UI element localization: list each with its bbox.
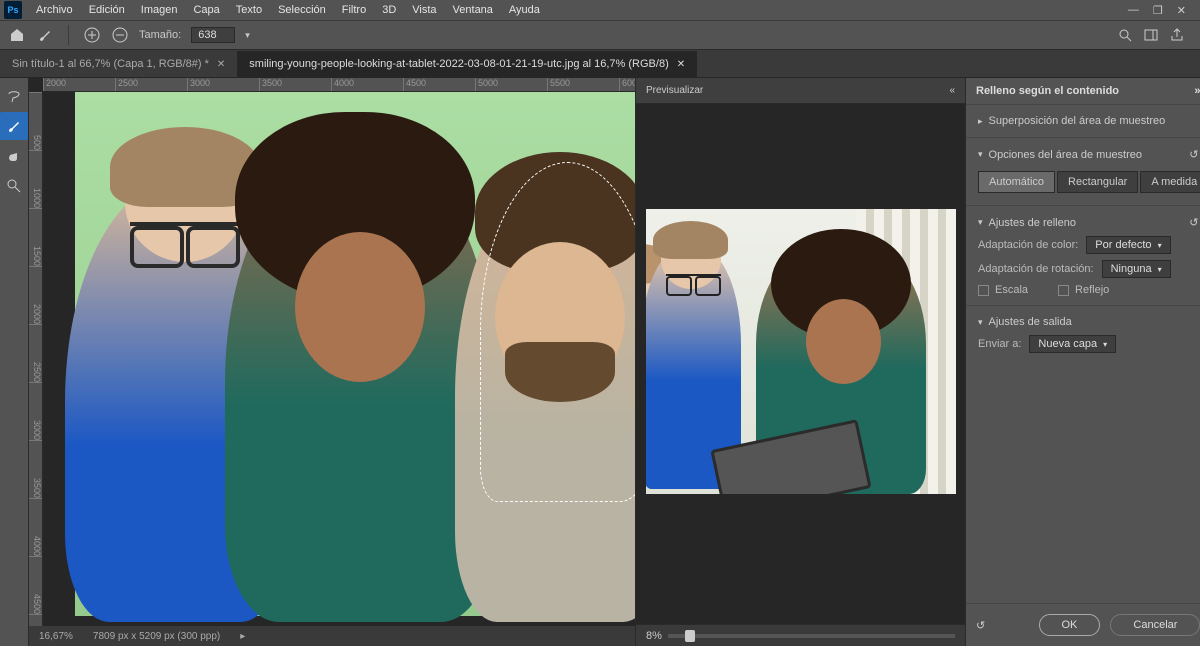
ok-button[interactable]: OK bbox=[1039, 614, 1101, 636]
mode-rect-button[interactable]: Rectangular bbox=[1057, 171, 1138, 193]
chevron-down-icon: ▾ bbox=[1103, 340, 1107, 349]
brush-tool-icon[interactable] bbox=[36, 26, 54, 44]
minimize-icon[interactable]: ― bbox=[1128, 4, 1139, 17]
chevron-down-icon: ▾ bbox=[1158, 241, 1162, 250]
preview-zoom-slider[interactable]: 8% bbox=[636, 624, 965, 646]
section-fill-settings[interactable]: ▾ Ajustes de relleno ↺ bbox=[978, 212, 1198, 233]
menu-filtro[interactable]: Filtro bbox=[334, 4, 374, 16]
panel-title: Relleno según el contenido bbox=[976, 85, 1119, 97]
chevron-down-icon: ▾ bbox=[978, 149, 983, 160]
scale-checkbox[interactable] bbox=[978, 285, 989, 296]
hand-tool[interactable] bbox=[0, 142, 28, 170]
tab-untitled-1[interactable]: Sin título-1 al 66,7% (Capa 1, RGB/8#) *… bbox=[0, 51, 237, 77]
chevron-right-icon[interactable]: ▸ bbox=[240, 631, 245, 642]
menu-ayuda[interactable]: Ayuda bbox=[501, 4, 548, 16]
tab-close-icon[interactable]: ✕ bbox=[677, 59, 685, 70]
section-output[interactable]: ▾ Ajustes de salida bbox=[978, 312, 1198, 332]
document-image bbox=[75, 92, 635, 616]
options-bar: Tamaño: ▾ bbox=[0, 20, 1200, 50]
mirror-checkbox[interactable] bbox=[1058, 285, 1069, 296]
scale-label: Escala bbox=[995, 284, 1028, 296]
rotation-adapt-dropdown[interactable]: Ninguna▾ bbox=[1102, 260, 1171, 278]
output-to-label: Enviar a: bbox=[978, 338, 1021, 350]
preview-title: Previsualizar bbox=[646, 85, 703, 96]
menu-edicion[interactable]: Edición bbox=[81, 4, 133, 16]
status-bar: 16,67% 7809 px x 5209 px (300 ppp) ▸ bbox=[29, 626, 635, 646]
document-dimensions: 7809 px x 5209 px (300 ppp) bbox=[93, 631, 220, 642]
section-sample-options[interactable]: ▾ Opciones del área de muestreo ↺ bbox=[978, 144, 1198, 165]
output-to-dropdown[interactable]: Nueva capa▾ bbox=[1029, 335, 1116, 353]
restore-icon[interactable]: ❐ bbox=[1153, 4, 1163, 17]
preview-body[interactable] bbox=[636, 104, 965, 624]
dropdown-caret-icon[interactable]: ▾ bbox=[245, 30, 250, 41]
workspace-icon[interactable] bbox=[1144, 28, 1158, 42]
preview-panel: Previsualizar « 8% bbox=[635, 78, 965, 646]
rotation-adapt-label: Adaptación de rotación: bbox=[978, 263, 1094, 275]
cancel-button[interactable]: Cancelar bbox=[1110, 614, 1200, 636]
zoom-tool[interactable] bbox=[0, 172, 28, 200]
tab-close-icon[interactable]: ✕ bbox=[217, 59, 225, 70]
preview-zoom-label: 8% bbox=[646, 630, 662, 642]
document-tabbar: Sin título-1 al 66,7% (Capa 1, RGB/8#) *… bbox=[0, 50, 1200, 78]
brush-tool[interactable] bbox=[0, 112, 28, 140]
content-aware-fill-panel: Relleno según el contenido » ▸ Superposi… bbox=[965, 78, 1200, 646]
home-icon[interactable] bbox=[8, 26, 26, 44]
color-adapt-dropdown[interactable]: Por defecto▾ bbox=[1086, 236, 1170, 254]
menu-imagen[interactable]: Imagen bbox=[133, 4, 186, 16]
tab-label: smiling-young-people-looking-at-tablet-2… bbox=[249, 58, 668, 70]
menu-texto[interactable]: Texto bbox=[228, 4, 270, 16]
chevron-down-icon: ▾ bbox=[978, 317, 983, 328]
color-adapt-label: Adaptación de color: bbox=[978, 239, 1078, 251]
add-subtract-plus-icon[interactable] bbox=[83, 26, 101, 44]
preview-image bbox=[646, 209, 956, 494]
canvas-area: 2000250030003500400045005000550060006500… bbox=[29, 78, 635, 646]
sample-mode-segment: Automático Rectangular A medida bbox=[978, 171, 1198, 193]
chevron-down-icon: ▾ bbox=[1158, 265, 1162, 274]
menu-vista[interactable]: Vista bbox=[404, 4, 444, 16]
menu-seleccion[interactable]: Selección bbox=[270, 4, 334, 16]
share-icon[interactable] bbox=[1170, 28, 1184, 42]
tab-label: Sin título-1 al 66,7% (Capa 1, RGB/8#) * bbox=[12, 58, 209, 70]
collapse-icon[interactable]: « bbox=[949, 85, 955, 96]
menu-capa[interactable]: Capa bbox=[185, 4, 227, 16]
menu-ventana[interactable]: Ventana bbox=[445, 4, 501, 16]
mirror-label: Reflejo bbox=[1075, 284, 1109, 296]
mode-auto-button[interactable]: Automático bbox=[978, 171, 1055, 193]
size-input[interactable] bbox=[191, 27, 235, 43]
section-overlay[interactable]: ▸ Superposición del área de muestreo bbox=[978, 111, 1198, 131]
close-icon[interactable]: ✕ bbox=[1177, 4, 1186, 17]
search-icon[interactable] bbox=[1118, 28, 1132, 42]
chevron-right-icon: ▸ bbox=[978, 116, 983, 127]
ps-logo: Ps bbox=[4, 1, 22, 19]
mode-custom-button[interactable]: A medida bbox=[1140, 171, 1200, 193]
zoom-readout[interactable]: 16,67% bbox=[39, 631, 73, 642]
add-subtract-minus-icon[interactable] bbox=[111, 26, 129, 44]
reset-icon[interactable]: ↺ bbox=[1189, 216, 1198, 229]
canvas[interactable] bbox=[43, 92, 635, 626]
ruler-vertical: 500100015002000250030003500400045005000 bbox=[29, 92, 43, 626]
menubar: Ps Archivo Edición Imagen Capa Texto Sel… bbox=[0, 0, 1200, 20]
left-toolbar bbox=[0, 78, 29, 646]
slider-thumb[interactable] bbox=[685, 630, 695, 642]
chevron-down-icon: ▾ bbox=[978, 217, 983, 228]
lasso-tool[interactable] bbox=[0, 82, 28, 110]
reset-icon[interactable]: ↺ bbox=[1189, 148, 1198, 161]
person-right bbox=[455, 172, 635, 622]
ruler-horizontal: 2000250030003500400045005000550060006500… bbox=[43, 78, 635, 92]
size-label: Tamaño: bbox=[139, 29, 181, 41]
reset-all-icon[interactable]: ↺ bbox=[976, 619, 985, 632]
collapse-icon[interactable]: » bbox=[1194, 85, 1200, 97]
tab-smiling-young-people[interactable]: smiling-young-people-looking-at-tablet-2… bbox=[237, 51, 697, 77]
menu-archivo[interactable]: Archivo bbox=[28, 4, 81, 16]
menu-3d[interactable]: 3D bbox=[374, 4, 404, 16]
